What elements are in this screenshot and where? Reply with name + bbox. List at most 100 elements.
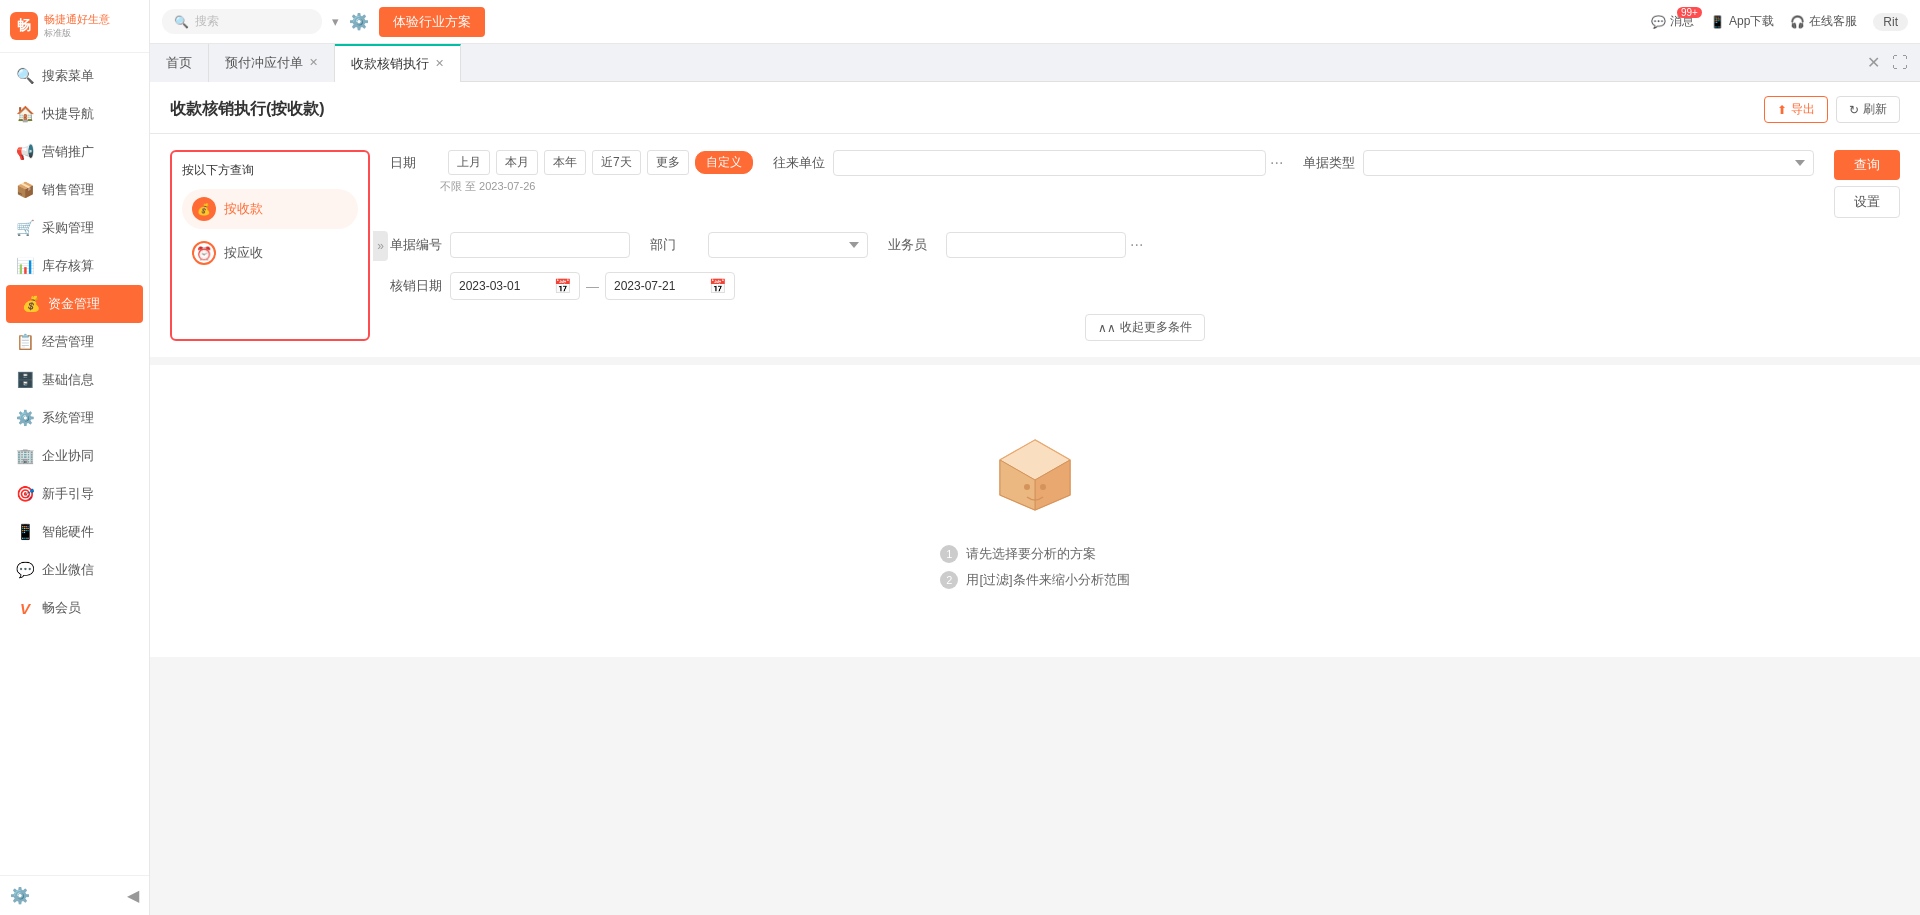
date-btn-this-month[interactable]: 本月 (496, 150, 538, 175)
sidebar-item-wechat[interactable]: 💬 企业微信 (0, 551, 149, 589)
date-buttons: 上月 本月 本年 近7天 更多 自定义 (448, 150, 753, 175)
service-btn[interactable]: 🎧 在线客服 (1790, 13, 1857, 30)
voucher-no-input[interactable] (450, 232, 630, 258)
writeoff-date-label: 核销日期 (390, 277, 442, 295)
sidebar-item-label: 搜索菜单 (42, 67, 94, 85)
collapse-more-label: 收起更多条件 (1120, 319, 1192, 336)
sidebar-item-system[interactable]: ⚙️ 系统管理 (0, 399, 149, 437)
tab-home-label: 首页 (166, 54, 192, 72)
main-area: 🔍 搜索 ▾ ⚙️ 体验行业方案 💬 消息 99+ 📱 App下载 🎧 在线客服… (150, 0, 1920, 915)
sidebar-item-guide[interactable]: 🎯 新手引导 (0, 475, 149, 513)
sidebar-item-label: 智能硬件 (42, 523, 94, 541)
vip-icon: V (16, 600, 34, 617)
page-header: 收款核销执行(按收款) ⬆ 导出 ↻ 刷新 (150, 82, 1920, 134)
writeoff-date-end-input[interactable]: 2023-07-21 📅 (605, 272, 735, 300)
voucher-type-select[interactable] (1363, 150, 1814, 176)
writeoff-date-start-input[interactable]: 2023-03-01 📅 (450, 272, 580, 300)
date-btn-more[interactable]: 更多 (647, 150, 689, 175)
footer-settings-icon[interactable]: ⚙️ (10, 886, 30, 905)
sidebar-item-member[interactable]: V 畅会员 (0, 589, 149, 627)
refresh-btn[interactable]: ↻ 刷新 (1836, 96, 1900, 123)
device-icon: 📱 (16, 523, 34, 541)
date-label: 日期 (390, 154, 440, 172)
tab-receipt[interactable]: 收款核销执行 ✕ (335, 44, 461, 82)
sidebar-item-operation[interactable]: 📋 经营管理 (0, 323, 149, 361)
sidebar-item-collab[interactable]: 🏢 企业协同 (0, 437, 149, 475)
date-btn-last-month[interactable]: 上月 (448, 150, 490, 175)
sidebar-item-purchase[interactable]: 🛒 采购管理 (0, 209, 149, 247)
clipboard-icon: 📋 (16, 333, 34, 351)
topbar-search[interactable]: 🔍 搜索 (162, 9, 322, 34)
hint-text-2: 用[过滤]条件来缩小分析范围 (966, 571, 1129, 589)
filter-sidebar-collapse-btn[interactable]: » (373, 231, 388, 261)
user-menu-btn[interactable]: Rit (1873, 13, 1908, 31)
tab-home[interactable]: 首页 (150, 44, 209, 82)
industry-btn[interactable]: 体验行业方案 (379, 7, 485, 37)
sidebar: 畅 畅捷通好生意 标准版 🔍 搜索菜单 🏠 快捷导航 📢 营销推广 📦 销售管理… (0, 0, 150, 915)
writeoff-date-range: 2023-03-01 📅 — 2023-07-21 📅 (450, 272, 735, 300)
sidebar-item-finance[interactable]: 💰 资金管理 (6, 285, 143, 323)
export-btn[interactable]: ⬆ 导出 (1764, 96, 1828, 123)
app-logo: 畅 畅捷通好生意 标准版 (0, 0, 149, 53)
sidebar-item-search[interactable]: 🔍 搜索菜单 (0, 57, 149, 95)
cart-icon: 🛒 (16, 219, 34, 237)
date-btn-this-year[interactable]: 本年 (544, 150, 586, 175)
staff-more-icon[interactable]: ··· (1130, 236, 1143, 254)
hint-text-1: 请先选择要分析的方案 (966, 545, 1096, 563)
page-header-actions: ⬆ 导出 ↻ 刷新 (1764, 96, 1900, 123)
sidebar-item-quicknav[interactable]: 🏠 快捷导航 (0, 95, 149, 133)
svg-point-4 (1024, 484, 1030, 490)
sidebar-item-basic[interactable]: 🗄️ 基础信息 (0, 361, 149, 399)
wechat-icon: 💬 (16, 561, 34, 579)
sidebar-item-marketing[interactable]: 📢 营销推广 (0, 133, 149, 171)
tab-prepay[interactable]: 预付冲应付单 ✕ (209, 44, 335, 82)
guide-icon: 🎯 (16, 485, 34, 503)
sidebar-item-hardware[interactable]: 📱 智能硬件 (0, 513, 149, 551)
filter-sidebar-title: 按以下方查询 (182, 162, 358, 179)
page-title: 收款核销执行(按收款) (170, 99, 325, 120)
sidebar-collapse-btn[interactable]: ◀ (127, 886, 139, 905)
query-btn[interactable]: 查询 (1834, 150, 1900, 180)
message-btn[interactable]: 💬 消息 99+ (1651, 13, 1694, 30)
search-icon: 🔍 (174, 15, 189, 29)
dept-select[interactable] (708, 232, 868, 258)
app-download-btn[interactable]: 📱 App下载 (1710, 13, 1774, 30)
tab-prepay-label: 预付冲应付单 (225, 54, 303, 72)
tab-receipt-close[interactable]: ✕ (435, 57, 444, 70)
sidebar-item-label: 营销推广 (42, 143, 94, 161)
gear-icon[interactable]: ⚙️ (349, 12, 369, 31)
calendar-end-icon[interactable]: 📅 (709, 278, 726, 294)
collapse-more-btn[interactable]: ∧∧ 收起更多条件 (1085, 314, 1205, 341)
date-btn-7days[interactable]: 近7天 (592, 150, 641, 175)
filter-option-receivable[interactable]: ⏰ 按应收 (182, 233, 358, 273)
voucher-type-field: 单据类型 (1303, 150, 1814, 176)
page-content: 收款核销执行(按收款) ⬆ 导出 ↻ 刷新 按以下方查询 💰 按收款 (150, 82, 1920, 915)
filter-option-receipt[interactable]: 💰 按收款 (182, 189, 358, 229)
building-icon: 🏢 (16, 447, 34, 465)
service-label: 在线客服 (1809, 13, 1857, 30)
counterpart-more-icon[interactable]: ··· (1270, 154, 1283, 172)
filter-form: 日期 上月 本月 本年 近7天 更多 自定义 不限 至 2023-07-26 (390, 150, 1900, 341)
filter-row-3: 核销日期 2023-03-01 📅 — 2023-07-21 📅 (390, 272, 1900, 300)
dropdown-arrow-icon[interactable]: ▾ (332, 14, 339, 29)
close-all-btn[interactable]: ✕ (1863, 51, 1884, 74)
settings-icon: ⚙️ (16, 409, 34, 427)
staff-input[interactable] (946, 232, 1126, 258)
date-btn-custom[interactable]: 自定义 (695, 151, 753, 174)
date-sub: 不限 至 2023-07-26 (390, 179, 753, 194)
sidebar-item-label: 企业微信 (42, 561, 94, 579)
logo-badge: 标准版 (44, 27, 110, 40)
voucher-no-field: 单据编号 (390, 232, 630, 258)
sidebar-item-sales[interactable]: 📦 销售管理 (0, 171, 149, 209)
topbar-right: 💬 消息 99+ 📱 App下载 🎧 在线客服 Rit (1651, 13, 1908, 31)
sidebar-item-inventory[interactable]: 📊 库存核算 (0, 247, 149, 285)
app-label: App下载 (1729, 13, 1774, 30)
tab-prepay-close[interactable]: ✕ (309, 56, 318, 69)
expand-btn[interactable]: ⛶ (1888, 52, 1912, 74)
hint-number-2: 2 (940, 571, 958, 589)
receivable-icon: ⏰ (192, 241, 216, 265)
setting-btn[interactable]: 设置 (1834, 186, 1900, 218)
counterpart-input[interactable] (833, 150, 1266, 176)
calendar-start-icon[interactable]: 📅 (554, 278, 571, 294)
filter-option-receivable-label: 按应收 (224, 244, 263, 262)
